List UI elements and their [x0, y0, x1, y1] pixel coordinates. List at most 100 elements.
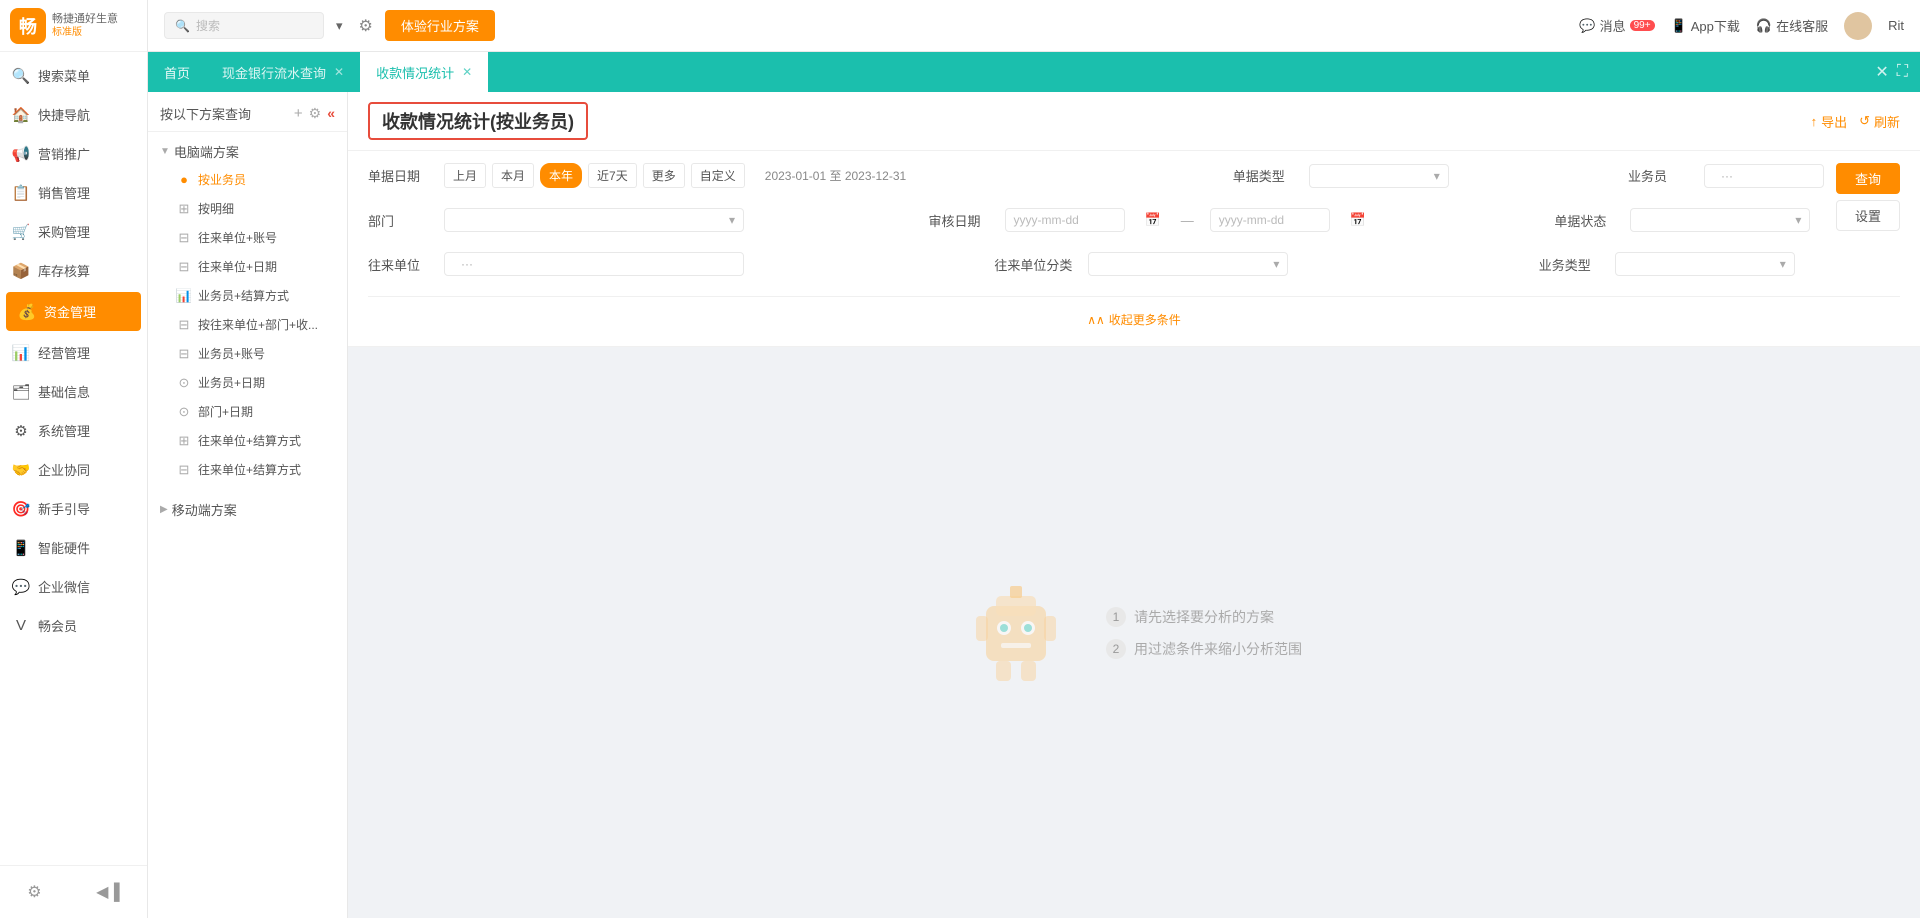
review-date-start[interactable]: yyyy-mm-dd	[1005, 208, 1125, 232]
refresh-button[interactable]: ↺ 刷新	[1859, 112, 1900, 131]
add-scheme-icon[interactable]: +	[294, 105, 303, 122]
sidebar-nav-label: 畅会员	[38, 616, 77, 635]
tab-home[interactable]: 首页	[148, 52, 206, 92]
topbar-gear-icon[interactable]: ⚙	[359, 16, 373, 36]
sidebar-nav-icon: 📊	[12, 344, 30, 362]
trial-button[interactable]: 体验行业方案	[385, 10, 495, 41]
partner-select[interactable]: ···	[444, 252, 744, 276]
biz-type-select[interactable]: ▾	[1615, 252, 1795, 276]
staff-label: 业务员	[1628, 166, 1688, 185]
partner-category-select[interactable]: ▾	[1088, 252, 1288, 276]
sidebar-item-新手引导[interactable]: 🎯新手引导	[0, 489, 147, 528]
sidebar-item-快捷导航[interactable]: 🏠快捷导航	[0, 95, 147, 134]
scheme-item[interactable]: ⊟按往来单位+部门+收...	[148, 310, 347, 339]
review-date-end[interactable]: yyyy-mm-dd	[1210, 208, 1330, 232]
doc-status-arrow-icon: ▾	[1795, 213, 1801, 227]
search-icon: 🔍	[175, 19, 190, 33]
calendar-icon-end[interactable]: 📅	[1346, 212, 1370, 228]
user-avatar[interactable]	[1844, 12, 1872, 40]
biz-type-label: 业务类型	[1539, 255, 1599, 274]
collapse-button[interactable]: ∧∧ 收起更多条件	[1087, 311, 1181, 328]
scheme-item[interactable]: ⊞往来单位+结算方式	[148, 426, 347, 455]
tab-close-cash-flow[interactable]: ✕	[334, 65, 344, 79]
settings-button[interactable]: 设置	[1836, 200, 1900, 231]
tab-close-collection[interactable]: ✕	[462, 65, 472, 79]
messages-item[interactable]: 💬 消息 99+	[1579, 16, 1654, 35]
scheme-item[interactable]: 📊业务员+结算方式	[148, 281, 347, 310]
scheme-group-title[interactable]: ▼电脑端方案	[148, 138, 347, 165]
export-button[interactable]: ↑ 导出	[1811, 112, 1848, 131]
sidebar-item-销售管理[interactable]: 📋销售管理	[0, 173, 147, 212]
sidebar-item-智能硬件[interactable]: 📱智能硬件	[0, 528, 147, 567]
date-btn-更多[interactable]: 更多	[643, 163, 685, 188]
app-download-item[interactable]: 📱 App下载	[1671, 16, 1740, 35]
scheme-item[interactable]: ●按业务员	[148, 165, 347, 194]
scheme-item-icon: 📊	[176, 288, 192, 304]
doc-type-select[interactable]: ▾	[1309, 164, 1449, 188]
staff-select[interactable]: ···	[1704, 164, 1824, 188]
scheme-item[interactable]: ⊟往来单位+账号	[148, 223, 347, 252]
scheme-item-label: 业务员+日期	[198, 374, 265, 391]
date-btn-近7天[interactable]: 近7天	[588, 163, 637, 188]
settings-scheme-icon[interactable]: ⚙	[309, 105, 322, 122]
topbar-right: 💬 消息 99+ 📱 App下载 🎧 在线客服 Rit	[1579, 12, 1904, 40]
sidebar-item-资金管理[interactable]: 💰资金管理	[6, 292, 141, 331]
window-maximize-icon[interactable]: ⛶	[1897, 63, 1908, 81]
sidebar-item-企业微信[interactable]: 💬企业微信	[0, 567, 147, 606]
sidebar-nav-icon: 📢	[12, 145, 30, 163]
scheme-item[interactable]: ⊟往来单位+结算方式	[148, 455, 347, 484]
scheme-item[interactable]: ⊙部门+日期	[148, 397, 347, 426]
page-header-right: ↑ 导出 ↺ 刷新	[1811, 112, 1900, 131]
sidebar-nav-icon: 🏠	[12, 106, 30, 124]
online-service-item[interactable]: 🎧 在线客服	[1756, 16, 1828, 35]
calendar-icon-start[interactable]: 📅	[1141, 212, 1165, 228]
query-button[interactable]: 查询	[1836, 163, 1900, 194]
filter-row-2: 部门 ▾ 审核日期 yyyy-mm-dd 📅 —	[368, 208, 1824, 232]
tab-collection-stats[interactable]: 收款情况统计 ✕	[360, 52, 488, 92]
date-btn-自定义[interactable]: 自定义	[691, 163, 745, 188]
dept-select[interactable]: ▾	[444, 208, 744, 232]
collapse-panel-icon[interactable]: «	[327, 105, 335, 122]
scheme-item[interactable]: ⊟业务员+账号	[148, 339, 347, 368]
tabbar: 首页 现金银行流水查询 ✕ 收款情况统计 ✕ ✕ ⛶	[148, 52, 1920, 92]
data-area: 1 请先选择要分析的方案 2 用过滤条件来缩小分析范围	[348, 347, 1920, 918]
window-close-icon[interactable]: ✕	[1875, 62, 1888, 82]
tab-cash-flow[interactable]: 现金银行流水查询 ✕	[206, 52, 360, 92]
empty-state: 1 请先选择要分析的方案 2 用过滤条件来缩小分析范围	[926, 536, 1342, 729]
scheme-group-title[interactable]: ▶移动端方案	[148, 496, 347, 523]
sidebar-bottom: ⚙ ◀▐	[0, 865, 147, 918]
sidebar-item-经营管理[interactable]: 📊经营管理	[0, 333, 147, 372]
sidebar-item-搜索菜单[interactable]: 🔍搜索菜单	[0, 56, 147, 95]
sidebar-item-基础信息[interactable]: 🗂 基础信息	[0, 372, 147, 411]
sidebar-item-营销推广[interactable]: 📢营销推广	[0, 134, 147, 173]
date-btn-本年[interactable]: 本年	[540, 163, 582, 188]
topbar-dropdown[interactable]: ▾	[336, 18, 343, 34]
date-options-group: 上月本月本年近7天更多自定义	[444, 163, 745, 188]
sidebar-nav-icon: 📦	[12, 262, 30, 280]
staff-more-icon[interactable]: ···	[1717, 169, 1737, 183]
sidebar-item-畅会员[interactable]: V畅会员	[0, 606, 147, 645]
topbar-search-box[interactable]: 🔍 搜索	[164, 12, 324, 39]
sidebar-item-企业协同[interactable]: 🤝企业协同	[0, 450, 147, 489]
date-btn-上月[interactable]: 上月	[444, 163, 486, 188]
doc-status-select[interactable]: ▾	[1630, 208, 1810, 232]
sidebar-nav-label: 采购管理	[38, 222, 90, 241]
scheme-item-label: 往来单位+账号	[198, 229, 277, 246]
scheme-item[interactable]: ⊟往来单位+日期	[148, 252, 347, 281]
sidebar-settings-icon[interactable]: ⚙	[19, 874, 49, 910]
partner-more-icon[interactable]: ···	[457, 257, 477, 271]
scheme-item[interactable]: ⊞按明细	[148, 194, 347, 223]
scheme-item[interactable]: ⊙业务员+日期	[148, 368, 347, 397]
app-logo-icon: 畅	[10, 8, 46, 44]
scheme-item-icon: ⊟	[176, 346, 192, 362]
sidebar-item-库存核算[interactable]: 📦库存核算	[0, 251, 147, 290]
sidebar-item-采购管理[interactable]: 🛒采购管理	[0, 212, 147, 251]
sidebar-nav-icon: 🗂	[12, 383, 30, 401]
sidebar-collapse-icon[interactable]: ◀▐	[88, 874, 128, 910]
date-btn-本月[interactable]: 本月	[492, 163, 534, 188]
sidebar-nav-label: 智能硬件	[38, 538, 90, 557]
refresh-icon: ↺	[1859, 113, 1870, 129]
sidebar-nav-label: 基础信息	[38, 382, 90, 401]
message-icon: 💬	[1579, 18, 1595, 34]
sidebar-item-系统管理[interactable]: ⚙系统管理	[0, 411, 147, 450]
